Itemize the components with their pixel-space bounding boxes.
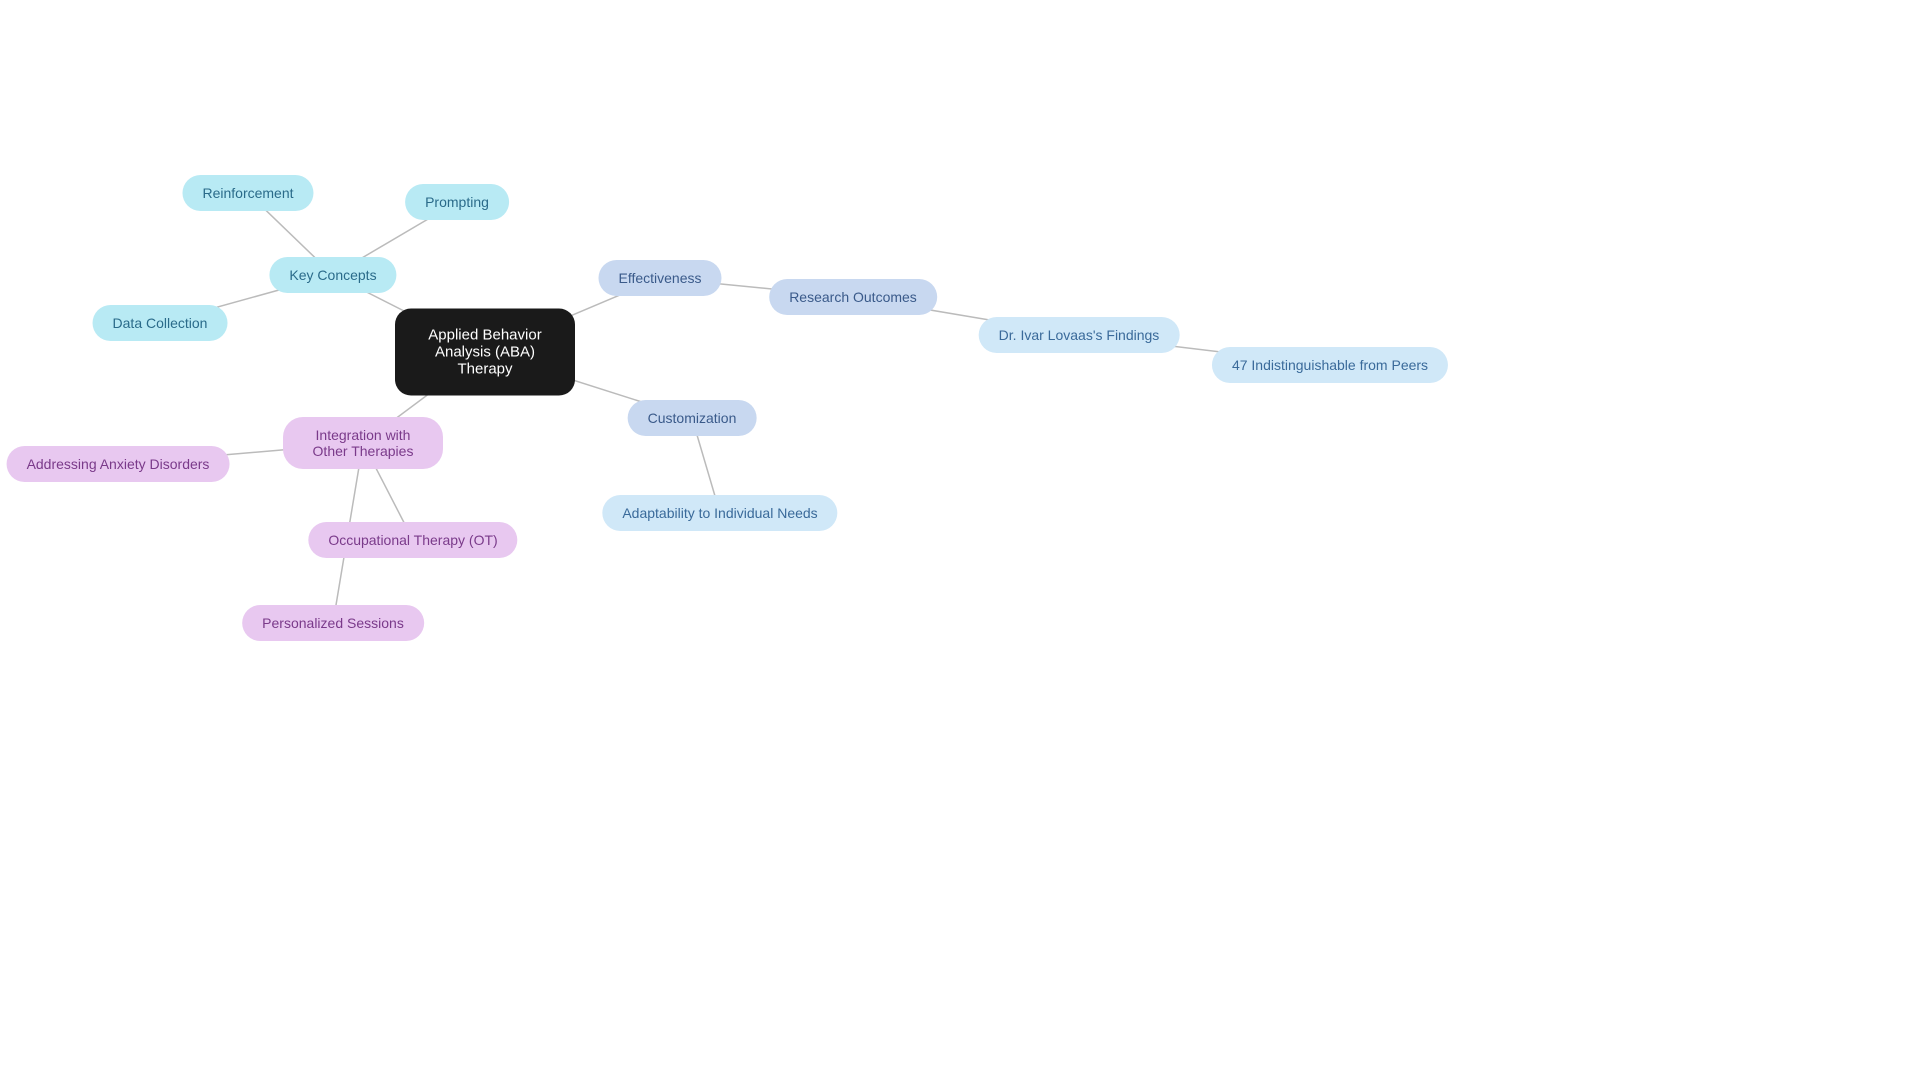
node-key-concepts[interactable]: Key Concepts <box>269 257 396 293</box>
node-integration-therapies[interactable]: Integration with Other Therapies <box>283 417 443 469</box>
node-prompting[interactable]: Prompting <box>405 184 509 220</box>
node-effectiveness[interactable]: Effectiveness <box>598 260 721 296</box>
center-node[interactable]: Applied Behavior Analysis (ABA) Therapy <box>395 309 575 396</box>
node-addressing-anxiety[interactable]: Addressing Anxiety Disorders <box>7 446 230 482</box>
node-dr-lovaas[interactable]: Dr. Ivar Lovaas's Findings <box>979 317 1180 353</box>
node-occupational-therapy[interactable]: Occupational Therapy (OT) <box>308 522 517 558</box>
node-indistinguishable[interactable]: 47 Indistinguishable from Peers <box>1212 347 1448 383</box>
node-research-outcomes[interactable]: Research Outcomes <box>769 279 937 315</box>
node-data-collection[interactable]: Data Collection <box>93 305 228 341</box>
node-personalized-sessions[interactable]: Personalized Sessions <box>242 605 424 641</box>
node-adaptability[interactable]: Adaptability to Individual Needs <box>602 495 837 531</box>
node-reinforcement[interactable]: Reinforcement <box>182 175 313 211</box>
node-customization[interactable]: Customization <box>628 400 757 436</box>
